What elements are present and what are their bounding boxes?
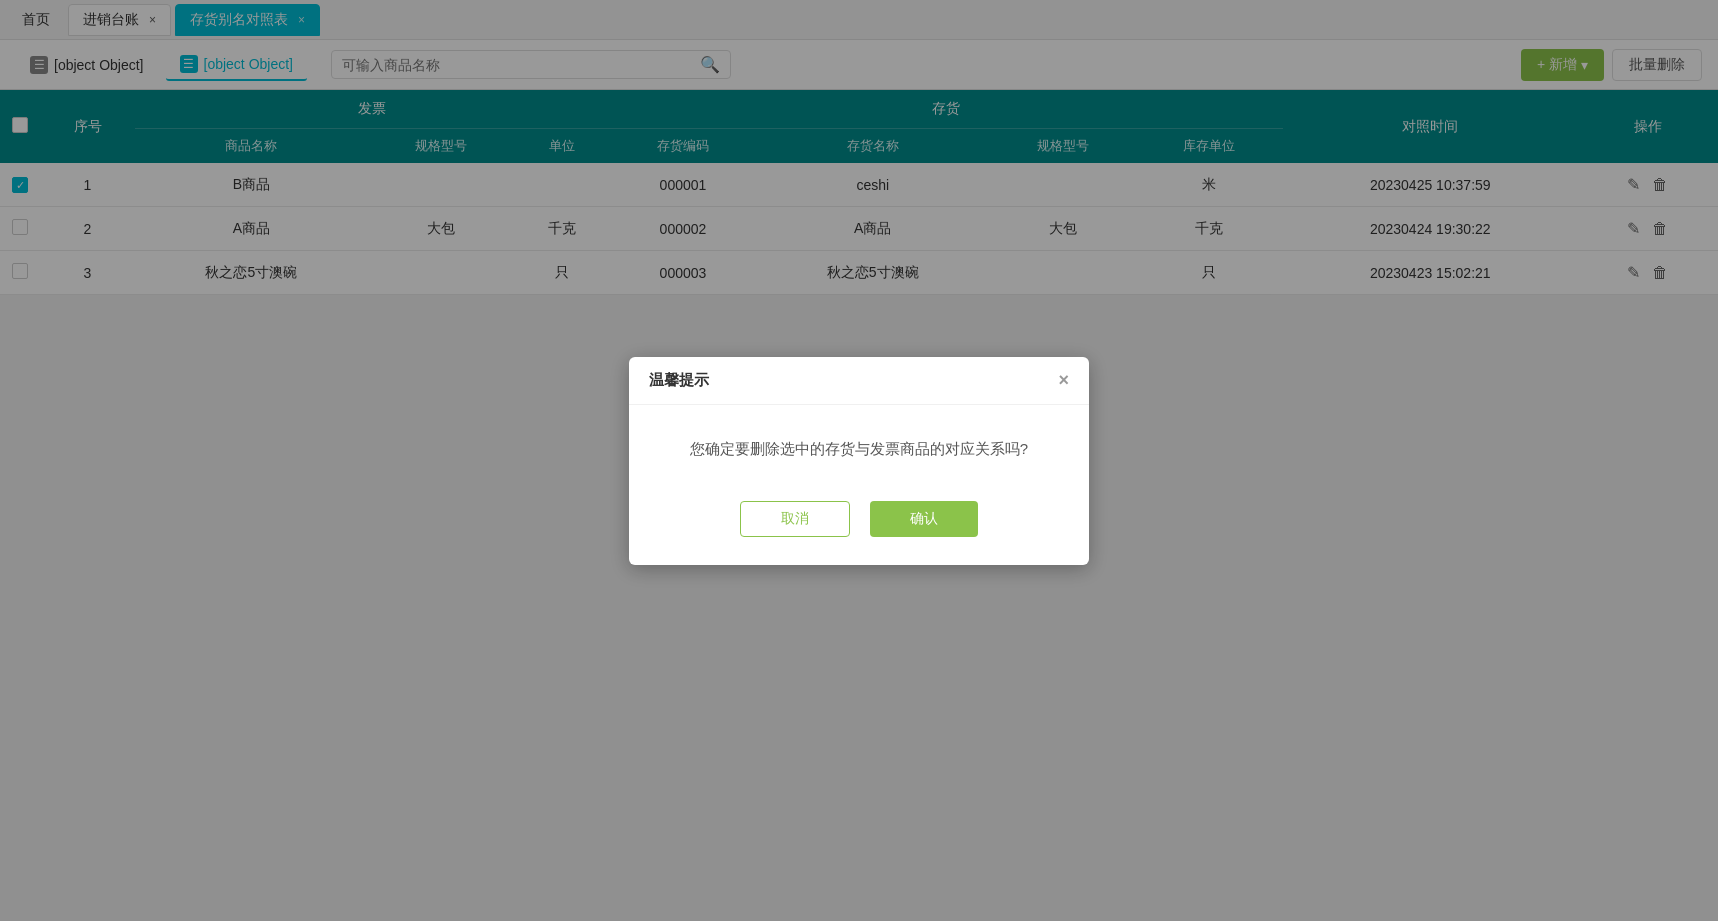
dialog-header: 温馨提示 × bbox=[629, 357, 1089, 405]
dialog-confirm-button[interactable]: 确认 bbox=[870, 501, 978, 537]
overlay: 温馨提示 × 您确定要删除选中的存货与发票商品的对应关系吗? 取消 确认 bbox=[0, 0, 1718, 921]
dialog-footer: 取消 确认 bbox=[629, 485, 1089, 565]
dialog-title: 温馨提示 bbox=[649, 371, 709, 390]
dialog-close-button[interactable]: × bbox=[1058, 371, 1069, 389]
dialog: 温馨提示 × 您确定要删除选中的存货与发票商品的对应关系吗? 取消 确认 bbox=[629, 357, 1089, 565]
dialog-cancel-button[interactable]: 取消 bbox=[740, 501, 850, 537]
dialog-body: 您确定要删除选中的存货与发票商品的对应关系吗? bbox=[629, 405, 1089, 485]
dialog-message: 您确定要删除选中的存货与发票商品的对应关系吗? bbox=[690, 440, 1028, 457]
